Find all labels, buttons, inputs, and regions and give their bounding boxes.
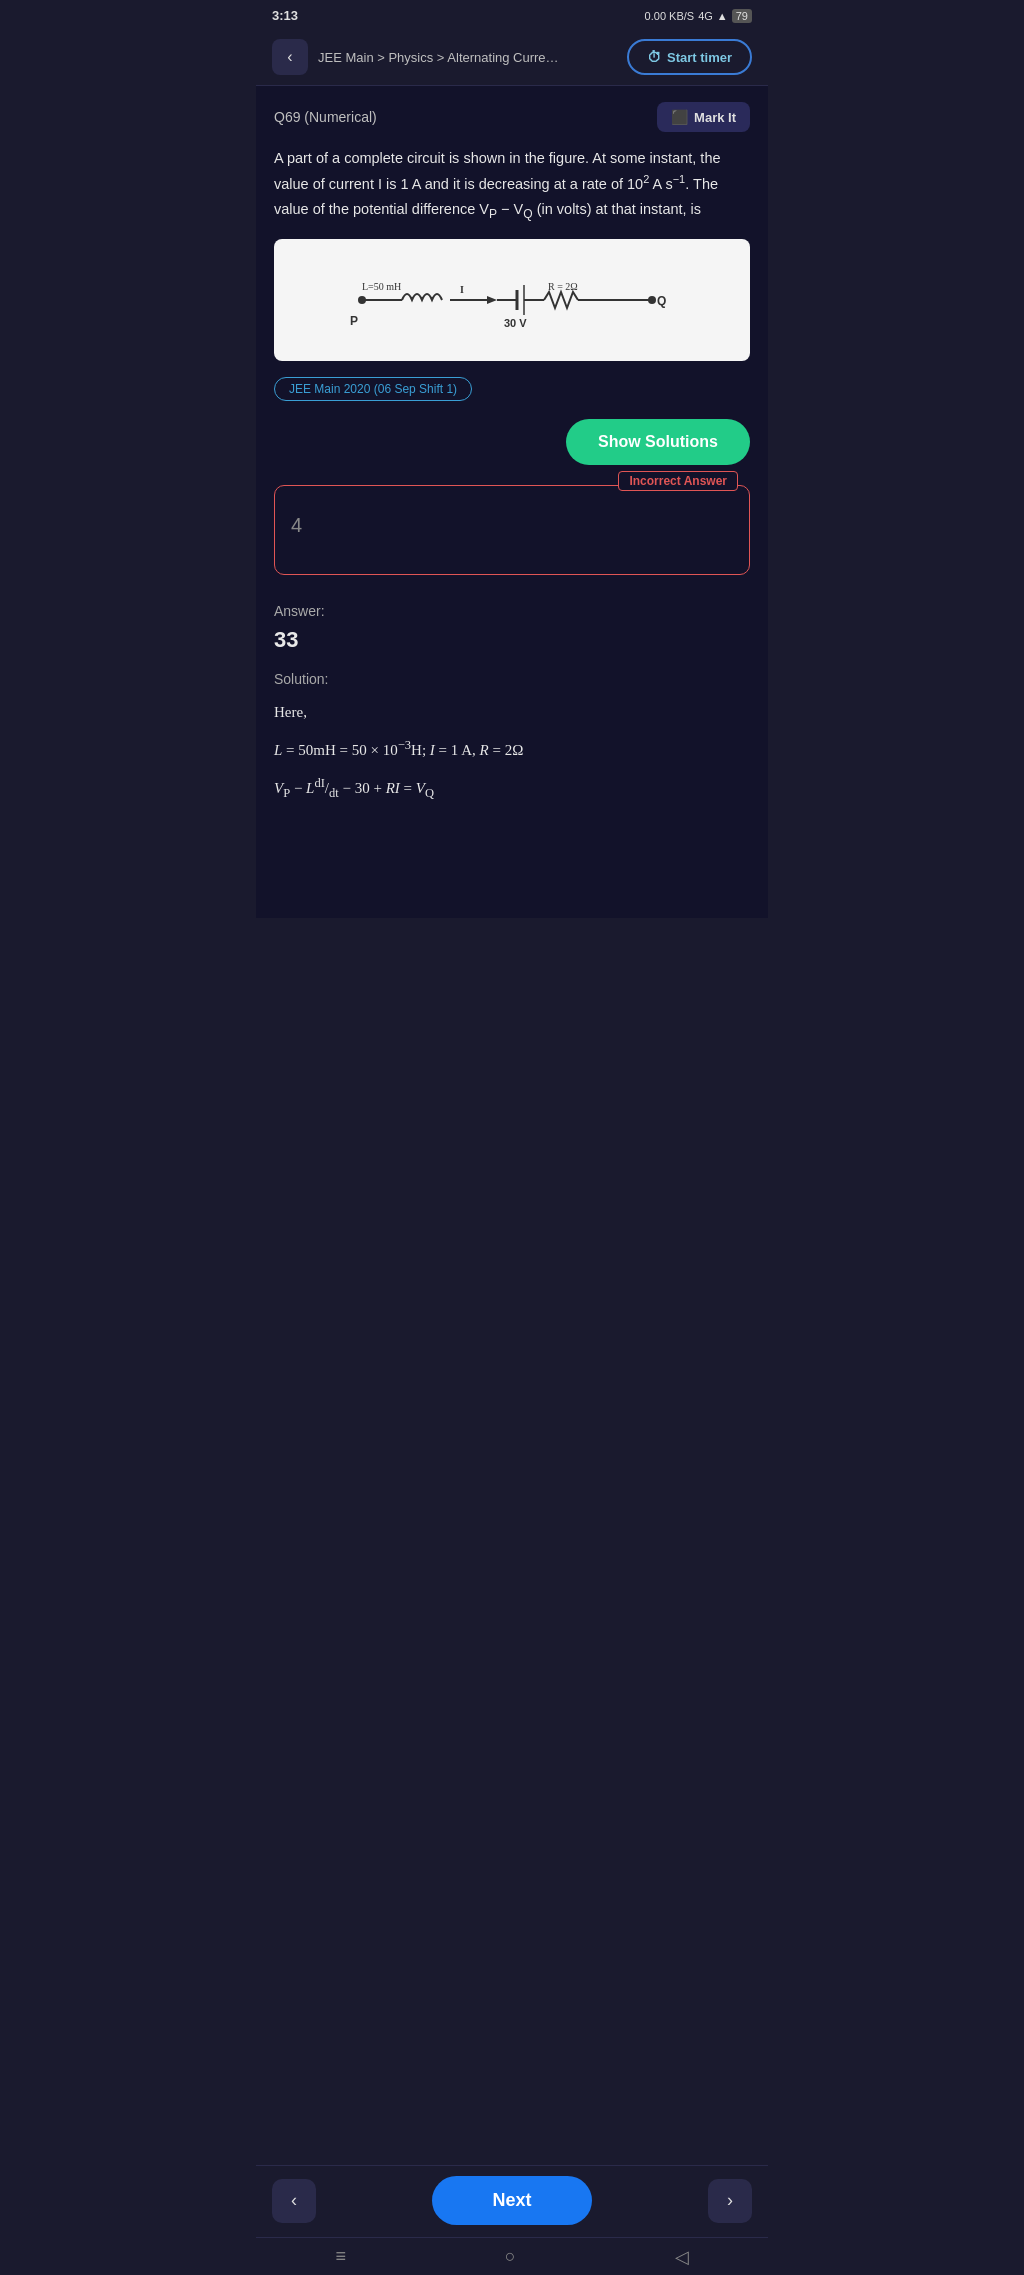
solution-line1: Here, bbox=[274, 699, 750, 726]
circuit-diagram: L=50 mH I 30 V R = 2Ω P Q bbox=[274, 239, 750, 361]
question-meta-row: Q69 (Numerical) ⬛ Mark It bbox=[274, 102, 750, 132]
header-left: ‹ JEE Main > Physics > Alternating Curre… bbox=[272, 39, 559, 75]
solution-label: Solution: bbox=[274, 671, 750, 687]
svg-text:I: I bbox=[460, 284, 464, 295]
answer-section: Answer: 33 Solution: Here, L = 50mH = 50… bbox=[274, 603, 750, 805]
answer-label: Answer: bbox=[274, 603, 750, 619]
bookmark-icon: ⬛ bbox=[671, 109, 688, 125]
network-speed: 0.00 KB/S bbox=[645, 10, 695, 22]
back-icon: ‹ bbox=[287, 48, 292, 66]
tag-row: JEE Main 2020 (06 Sep Shift 1) bbox=[274, 377, 750, 401]
svg-text:L=50 mH: L=50 mH bbox=[362, 281, 401, 292]
show-solutions-row: Show Solutions bbox=[274, 419, 750, 465]
timer-icon: ⏱ bbox=[647, 49, 661, 65]
svg-text:30 V: 30 V bbox=[504, 317, 527, 329]
network-type: 4G bbox=[698, 10, 713, 22]
mark-it-button[interactable]: ⬛ Mark It bbox=[657, 102, 750, 132]
signal-icon: ▲ bbox=[717, 10, 728, 22]
svg-marker-5 bbox=[487, 296, 497, 304]
status-right: 0.00 KB/S 4G ▲ 79 bbox=[645, 9, 752, 23]
answer-input-box[interactable]: 4 bbox=[274, 485, 750, 575]
timer-label: Start timer bbox=[667, 50, 732, 65]
svg-text:P: P bbox=[350, 314, 358, 328]
show-solutions-button[interactable]: Show Solutions bbox=[566, 419, 750, 465]
incorrect-answer-badge: Incorrect Answer bbox=[618, 471, 738, 491]
start-timer-button[interactable]: ⏱ Start timer bbox=[627, 39, 752, 75]
solution-line3: VP − LdI/dt − 30 + RI = VQ bbox=[274, 772, 750, 805]
answer-value: 33 bbox=[274, 627, 750, 653]
solution-text: Here, L = 50mH = 50 × 10−3H; I = 1 A, R … bbox=[274, 699, 750, 805]
breadcrumb: JEE Main > Physics > Alternating Curre… bbox=[318, 50, 559, 65]
battery-indicator: 79 bbox=[732, 9, 752, 23]
question-text: A part of a complete circuit is shown in… bbox=[274, 146, 750, 225]
circuit-svg: L=50 mH I 30 V R = 2Ω P Q bbox=[342, 255, 682, 345]
back-button[interactable]: ‹ bbox=[272, 39, 308, 75]
svg-text:Q: Q bbox=[657, 294, 666, 308]
header: ‹ JEE Main > Physics > Alternating Curre… bbox=[256, 29, 768, 86]
exam-tag: JEE Main 2020 (06 Sep Shift 1) bbox=[274, 377, 472, 401]
question-text-part1: A part of a complete circuit is shown in… bbox=[274, 150, 721, 217]
status-bar: 3:13 0.00 KB/S 4G ▲ 79 bbox=[256, 0, 768, 29]
user-answer-value: 4 bbox=[291, 514, 302, 536]
main-content: Q69 (Numerical) ⬛ Mark It A part of a co… bbox=[256, 86, 768, 918]
time-display: 3:13 bbox=[272, 8, 298, 23]
question-label: Q69 (Numerical) bbox=[274, 109, 377, 125]
solution-line2: L = 50mH = 50 × 10−3H; I = 1 A, R = 2Ω bbox=[274, 734, 750, 764]
svg-point-13 bbox=[648, 296, 656, 304]
answer-input-wrapper: Incorrect Answer 4 bbox=[274, 485, 750, 575]
mark-it-label: Mark It bbox=[694, 110, 736, 125]
svg-text:R = 2Ω: R = 2Ω bbox=[548, 281, 578, 292]
